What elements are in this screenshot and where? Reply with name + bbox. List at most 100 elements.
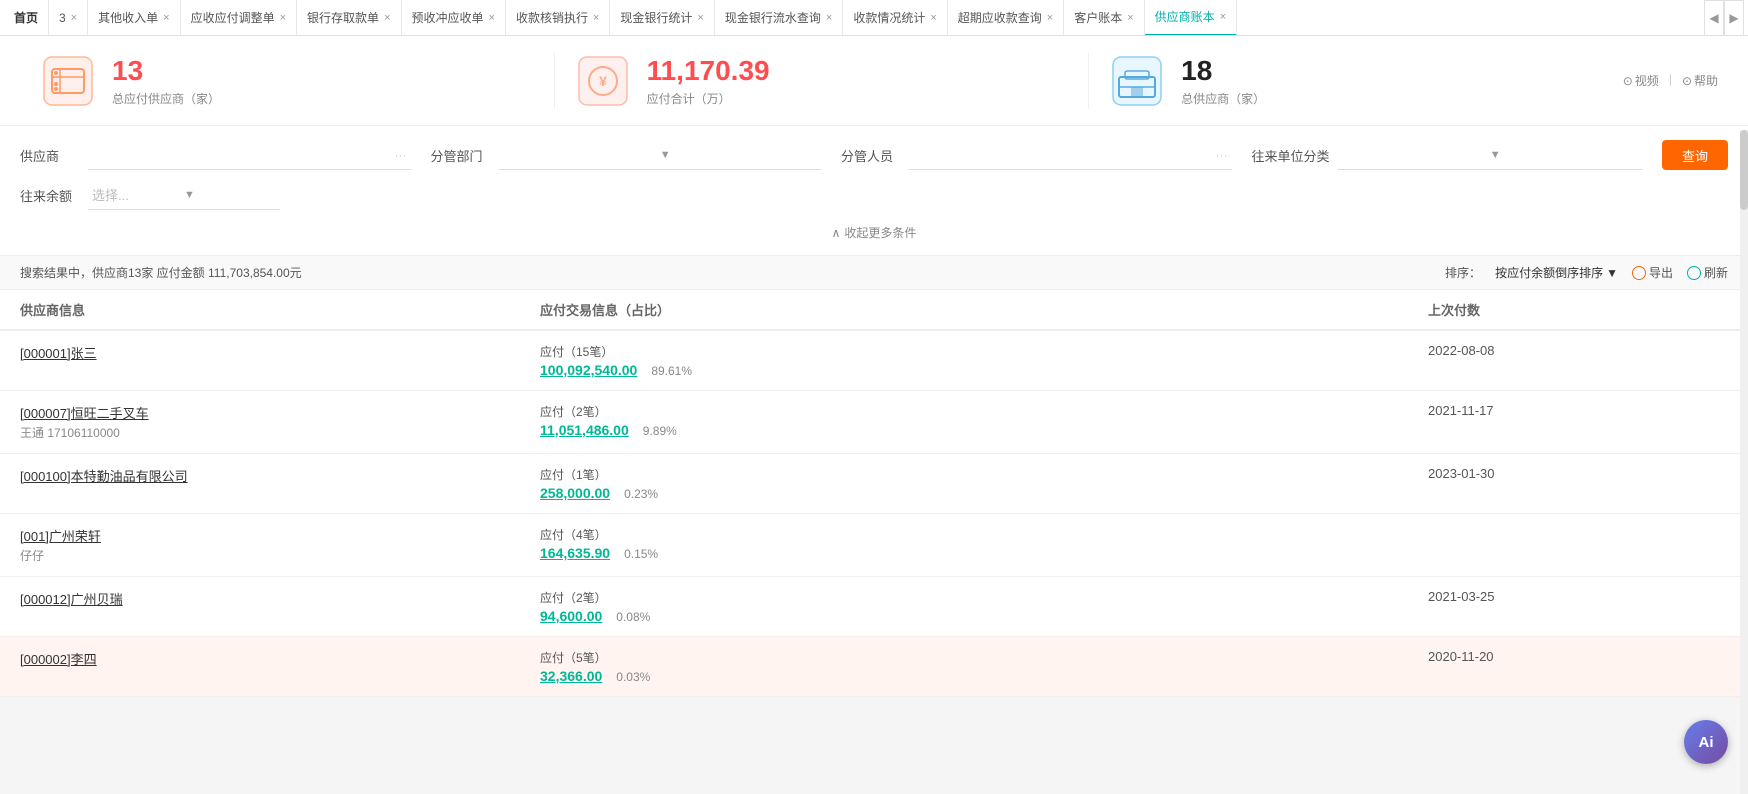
tab-cash-bank-flow[interactable]: 现金银行流水查询 × <box>715 0 843 36</box>
tab-adjustment-label: 应收应付调整单 <box>191 9 275 26</box>
supplier-link[interactable]: [000100]本特勤油品有限公司 <box>20 466 540 485</box>
filter-supplier-input-wrap[interactable]: ··· <box>88 140 411 170</box>
row-supplier-col: [000002]李四 <box>20 649 540 668</box>
tab-cash-bank-flow-close[interactable]: × <box>826 12 832 24</box>
summary-actions: ⊙视频 | ⊙帮助 <box>1623 72 1728 89</box>
summary-payable-total: ¥ 11,170.39 应付合计（万） <box>555 53 1090 109</box>
filter-supplier-more-icon[interactable]: ··· <box>395 148 407 162</box>
payable-total-text: 11,170.39 应付合计（万） <box>647 54 770 107</box>
filter-person-input-wrap[interactable]: ··· <box>909 140 1232 170</box>
tab-payment-exec[interactable]: 收款核销执行 × <box>506 0 610 36</box>
last-pay: 2020-11-20 <box>1428 649 1728 664</box>
filter-person-input[interactable] <box>913 140 1216 170</box>
table-row: [000001]张三 应付（15笔） 100,092,540.00 89.61%… <box>0 331 1748 391</box>
scrollbar-thumb[interactable] <box>1740 130 1748 210</box>
tab-cash-bank-stat-close[interactable]: × <box>697 12 703 24</box>
refresh-icon <box>1687 266 1701 280</box>
tx-amount[interactable]: 164,635.90 <box>540 545 610 561</box>
tx-row: 94,600.00 0.08% <box>540 608 1428 624</box>
summary-payable-suppliers: 13 总应付供应商（家） <box>20 53 555 109</box>
sort-select[interactable]: 按应付余额倒序排序 ▼ <box>1495 264 1618 281</box>
filter-dept-select[interactable]: ▼ <box>499 140 822 170</box>
filter-dept: 分管部门 ▼ <box>431 140 822 170</box>
row-supplier-col: [000100]本特勤油品有限公司 <box>20 466 540 485</box>
help-link[interactable]: ⊙帮助 <box>1682 72 1718 89</box>
tx-percent: 0.03% <box>616 670 650 684</box>
supplier-link[interactable]: [000012]广州贝瑞 <box>20 589 540 608</box>
tab-3-close[interactable]: × <box>71 12 77 24</box>
filter-person: 分管人员 ··· <box>841 140 1232 170</box>
supplier-link[interactable]: [000002]李四 <box>20 649 540 668</box>
tab-customer-book-close[interactable]: × <box>1127 12 1133 24</box>
tab-overdue-query-close[interactable]: × <box>1047 12 1053 24</box>
tx-label: 应付（2笔） <box>540 403 1428 420</box>
filter-person-more-icon[interactable]: ··· <box>1216 148 1228 162</box>
ai-label: Ai <box>1699 734 1714 751</box>
tab-overdue-query[interactable]: 超期应收款查询 × <box>948 0 1064 36</box>
ai-assistant-button[interactable]: Ai <box>1684 720 1728 764</box>
refresh-button[interactable]: 刷新 <box>1687 264 1728 281</box>
tab-other-income[interactable]: 其他收入单 × <box>88 0 180 36</box>
table-row: [000100]本特勤油品有限公司 应付（1笔） 258,000.00 0.23… <box>0 454 1748 514</box>
tx-amount[interactable]: 258,000.00 <box>540 485 610 501</box>
tab-prepay-offset-close[interactable]: × <box>489 12 495 24</box>
table-row: [000012]广州贝瑞 应付（2笔） 94,600.00 0.08% 2021… <box>0 577 1748 637</box>
last-pay: 2021-03-25 <box>1428 589 1728 604</box>
tab-cash-bank-stat[interactable]: 现金银行统计 × <box>610 0 714 36</box>
tx-amount[interactable]: 11,051,486.00 <box>540 422 629 438</box>
tx-amount[interactable]: 100,092,540.00 <box>540 362 637 378</box>
tx-percent: 89.61% <box>651 364 692 378</box>
row-tx-col: 应付（15笔） 100,092,540.00 89.61% <box>540 343 1428 378</box>
tx-label: 应付（4笔） <box>540 526 1428 543</box>
tab-payment-stat-close[interactable]: × <box>930 12 936 24</box>
sort-value: 按应付余额倒序排序 <box>1495 264 1603 281</box>
filter-balance-select[interactable]: 选择... ▼ <box>88 180 280 210</box>
summary-bar: 13 总应付供应商（家） ¥ 11,170.39 应付合计（万） <box>0 36 1748 126</box>
table-row: [001]广州荣轩 仔仔 应付（4笔） 164,635.90 0.15% <box>0 514 1748 577</box>
supplier-link[interactable]: [000007]恒旺二手叉车 <box>20 403 540 422</box>
supplier-table: 供应商信息 应付交易信息（占比） 上次付数 [000001]张三 应付（15笔）… <box>0 290 1748 697</box>
supplier-link[interactable]: [001]广州荣轩 <box>20 526 540 545</box>
nav-next-arrow[interactable]: ▶ <box>1724 0 1744 36</box>
filter-supplier: 供应商 ··· <box>20 140 411 170</box>
nav-prev-arrow[interactable]: ◀ <box>1704 0 1724 36</box>
total-suppliers-label: 总供应商（家） <box>1181 90 1265 107</box>
filter-row-2: 往来余额 选择... ▼ <box>20 180 1728 210</box>
tab-supplier-book-close[interactable]: × <box>1220 11 1226 23</box>
export-icon <box>1632 266 1646 280</box>
tab-prepay-offset[interactable]: 预收冲应收单 × <box>402 0 506 36</box>
query-button[interactable]: 查询 <box>1662 140 1728 170</box>
tab-bank-deposit-close[interactable]: × <box>384 12 390 24</box>
top-navigation: 首页 3 × 其他收入单 × 应收应付调整单 × 银行存取款单 × 预收冲应收单… <box>0 0 1748 36</box>
filter-supplier-input[interactable] <box>92 140 395 170</box>
tab-home[interactable]: 首页 <box>4 0 49 36</box>
tx-amount[interactable]: 94,600.00 <box>540 608 602 624</box>
last-pay: 2022-08-08 <box>1428 343 1728 358</box>
nav-arrows: ◀ ▶ <box>1704 0 1744 36</box>
filter-row-1: 供应商 ··· 分管部门 ▼ 分管人员 ··· 往来单位分类 <box>20 140 1728 170</box>
export-button[interactable]: 导出 <box>1632 264 1673 281</box>
video-link[interactable]: ⊙视频 <box>1623 72 1659 89</box>
tab-payment-stat[interactable]: 收款情况统计 × <box>843 0 947 36</box>
tab-other-income-close[interactable]: × <box>163 12 169 24</box>
tab-adjustment[interactable]: 应收应付调整单 × <box>181 0 297 36</box>
tab-payment-exec-close[interactable]: × <box>593 12 599 24</box>
tx-amount[interactable]: 32,366.00 <box>540 668 602 684</box>
tab-cash-bank-stat-label: 现金银行统计 <box>620 9 692 26</box>
supplier-link[interactable]: [000001]张三 <box>20 343 540 362</box>
tab-3[interactable]: 3 × <box>49 0 88 36</box>
collapse-filter-btn[interactable]: ∧ 收起更多条件 <box>20 220 1728 245</box>
tab-overdue-query-label: 超期应收款查询 <box>958 9 1042 26</box>
row-tx-col: 应付（2笔） 94,600.00 0.08% <box>540 589 1428 624</box>
tab-bank-deposit[interactable]: 银行存取款单 × <box>297 0 401 36</box>
tab-supplier-book[interactable]: 供应商账本 × <box>1145 0 1237 36</box>
filter-category-select[interactable]: ▼ <box>1338 140 1642 170</box>
total-suppliers-icon <box>1109 53 1165 109</box>
tab-bank-deposit-label: 银行存取款单 <box>307 9 379 26</box>
tx-row: 11,051,486.00 9.89% <box>540 422 1428 438</box>
tab-adjustment-close[interactable]: × <box>280 12 286 24</box>
tab-customer-book[interactable]: 客户账本 × <box>1064 0 1144 36</box>
payable-suppliers-label: 总应付供应商（家） <box>112 90 220 107</box>
filter-supplier-label: 供应商 <box>20 146 80 165</box>
supplier-sub: 仔仔 <box>20 547 540 564</box>
